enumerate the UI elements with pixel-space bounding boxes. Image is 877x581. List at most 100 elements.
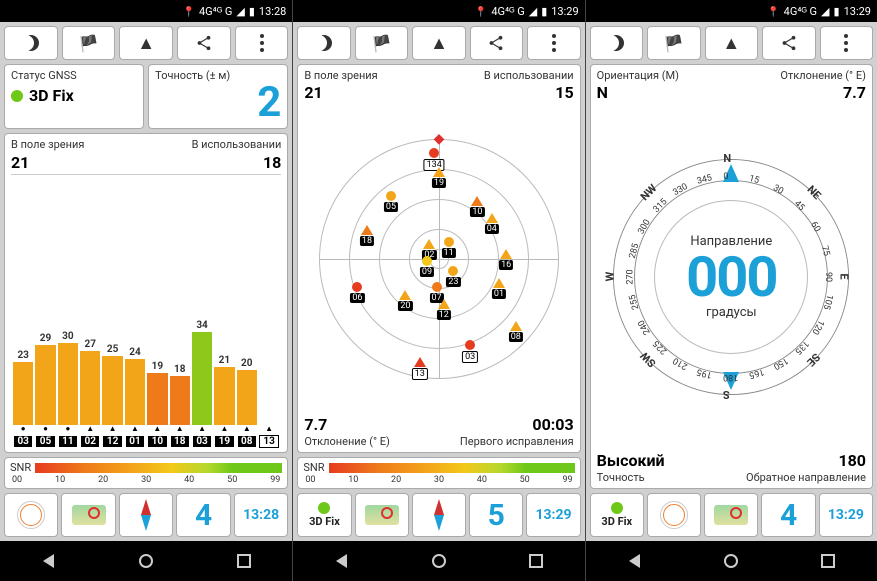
- skyplot: ◆ 13419100416010803130618050211092307122…: [319, 139, 559, 379]
- night-mode-button[interactable]: [4, 26, 58, 60]
- tab-skyplot[interactable]: [647, 493, 701, 537]
- compass-dir-s: S: [723, 388, 730, 401]
- share-button[interactable]: [762, 26, 815, 60]
- nav-button[interactable]: ▲: [119, 26, 173, 60]
- tab-time[interactable]: 13:28: [234, 493, 288, 537]
- signal-icon: ◢: [821, 5, 829, 18]
- menu-button[interactable]: [820, 26, 873, 60]
- tab-map[interactable]: [704, 493, 758, 537]
- inview-label: В поле зрения: [304, 69, 377, 82]
- night-mode-button[interactable]: [297, 26, 350, 60]
- network-text: 4G⁴ᴳ G: [784, 5, 817, 18]
- recents-button[interactable]: [816, 549, 840, 573]
- tab-accuracy[interactable]: 4: [176, 493, 230, 537]
- night-mode-button[interactable]: [590, 26, 643, 60]
- home-button[interactable]: [134, 549, 158, 573]
- map-icon: [714, 505, 748, 525]
- status-bar: 4G⁴ᴳ G ◢ ▮ 13:29: [293, 0, 584, 22]
- tab-accuracy[interactable]: 5: [469, 493, 523, 537]
- clock: 13:29: [844, 5, 871, 18]
- satellite-marker: [500, 249, 512, 259]
- android-nav-bar: [586, 541, 877, 581]
- reverse-heading-label: Обратное направление: [746, 471, 866, 484]
- recents-button[interactable]: [232, 549, 256, 573]
- bar-col: 20▲08: [237, 358, 257, 448]
- tab-skyplot[interactable]: [4, 493, 58, 537]
- satellite-label: 13: [412, 368, 428, 380]
- tab-fix[interactable]: 3D Fix: [590, 493, 644, 537]
- satellite-label: 04: [485, 224, 499, 234]
- accuracy-card[interactable]: Точность (± м) 2: [148, 64, 288, 129]
- satellite-marker: [423, 239, 435, 249]
- nav-button[interactable]: ▲: [412, 26, 465, 60]
- toolbar: 🏴 ▲: [586, 22, 877, 64]
- satellite-marker: [399, 290, 411, 300]
- menu-icon: [552, 34, 556, 52]
- compass-dir-e: E: [838, 273, 851, 279]
- satellite-marker: [432, 282, 442, 292]
- tab-compass[interactable]: [412, 493, 466, 537]
- back-button[interactable]: [330, 549, 354, 573]
- back-button[interactable]: [37, 549, 61, 573]
- compass-card[interactable]: Ориентация (M) Отклонение (° E) N 7.7 На…: [590, 64, 873, 489]
- satellite-marker: [414, 357, 426, 367]
- moon-icon: [316, 35, 332, 51]
- network-text: 4G⁴ᴳ G: [491, 5, 524, 18]
- skyplot-card[interactable]: В поле зрения В использовании 21 15 ◆ 13…: [297, 64, 580, 453]
- clock: 13:28: [259, 5, 286, 18]
- android-nav-bar: [293, 541, 584, 581]
- moon-icon: [608, 35, 624, 51]
- recents-button[interactable]: [524, 549, 548, 573]
- tab-map[interactable]: [61, 493, 115, 537]
- satellite-label: 19: [432, 178, 446, 188]
- bottom-tabs: 4 13:28: [4, 493, 288, 541]
- map-icon: [365, 505, 399, 525]
- satellite-marker: [486, 213, 498, 223]
- network-text: 4G⁴ᴳ G: [199, 5, 232, 18]
- nav-button[interactable]: ▲: [705, 26, 758, 60]
- tab-time[interactable]: 13:29: [526, 493, 580, 537]
- satellite-label: 11: [442, 248, 456, 258]
- tab-accuracy[interactable]: 4: [761, 493, 815, 537]
- menu-button[interactable]: [527, 26, 580, 60]
- satellites-chart-card[interactable]: В поле зрения В использовании 21 18 23●0…: [4, 133, 288, 453]
- compass-accuracy-value: Высокий: [597, 451, 665, 470]
- bar-col: 23●03: [13, 350, 33, 448]
- accuracy-value: 2: [155, 82, 281, 124]
- share-button[interactable]: [470, 26, 523, 60]
- flag-button[interactable]: 🏴: [647, 26, 700, 60]
- satellite-label: 08: [509, 332, 523, 342]
- location-icon: [183, 5, 195, 18]
- tab-fix[interactable]: 3D Fix: [297, 493, 351, 537]
- home-button[interactable]: [719, 549, 743, 573]
- tab-compass[interactable]: [119, 493, 173, 537]
- home-button[interactable]: [427, 549, 451, 573]
- satellite-marker: [465, 340, 475, 350]
- bar-col: 34▲03: [192, 320, 212, 449]
- tab-map[interactable]: [355, 493, 409, 537]
- back-icon: [336, 554, 347, 568]
- back-icon: [629, 554, 640, 568]
- flag-button[interactable]: 🏴‍: [62, 26, 116, 60]
- bar-col: 29●05: [35, 333, 55, 448]
- satellite-label: 03: [462, 351, 478, 363]
- satellite-label: 12: [437, 310, 451, 320]
- bar-col: 19▲10: [147, 361, 167, 448]
- satellite-label: 16: [499, 260, 513, 270]
- recents-icon: [529, 554, 543, 568]
- menu-icon: [844, 34, 848, 52]
- heading-value: 000: [686, 249, 776, 305]
- satellite-label: 05: [384, 202, 398, 212]
- bottom-tabs: 3D Fix 5 13:29: [297, 493, 580, 541]
- flag-button[interactable]: 🏴: [355, 26, 408, 60]
- tab-time[interactable]: 13:29: [819, 493, 873, 537]
- satellite-marker: [352, 282, 362, 292]
- satellite-marker: [429, 148, 439, 158]
- moon-icon: [23, 35, 39, 51]
- gnss-status-card[interactable]: Статус GNSS 3D Fix: [4, 64, 144, 129]
- share-button[interactable]: [177, 26, 231, 60]
- back-button[interactable]: [622, 549, 646, 573]
- satellite-marker: [433, 167, 445, 177]
- bar-col: 21▲19: [214, 355, 234, 448]
- menu-button[interactable]: [235, 26, 289, 60]
